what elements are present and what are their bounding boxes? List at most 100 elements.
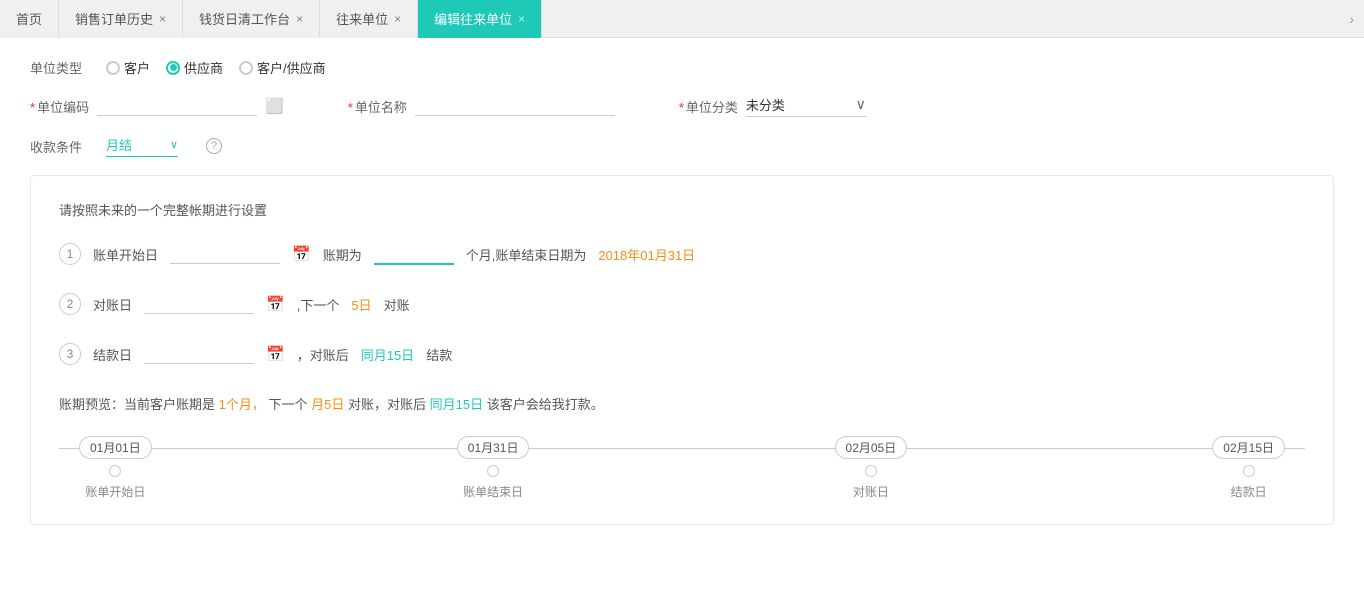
card-title: 请按照未来的一个完整帐期进行设置 xyxy=(59,200,1305,219)
period-input[interactable]: 1 xyxy=(374,244,454,265)
main-content: 单位类型 客户 供应商 客户/供应商 单位编码 000001 ⬜ 单位名称 河南… xyxy=(0,38,1364,608)
timeline-date-1: 01月31日 xyxy=(457,436,530,459)
unit-name-group: 单位名称 河南供应商22 xyxy=(348,96,615,116)
step2-prefix: ,下一个 xyxy=(297,295,340,314)
tab-cash-work[interactable]: 钱货日清工作台 × xyxy=(183,0,320,38)
payment-chevron-icon[interactable]: ∨ xyxy=(170,138,178,151)
classify-chevron-icon[interactable]: ∨ xyxy=(856,96,866,113)
preview-pay-highlight: 同月15日 xyxy=(430,397,483,412)
timeline-point-3: 02月15日 结款日 xyxy=(1212,436,1285,500)
step-num-3: 3 xyxy=(59,343,81,365)
radio-supplier-circle xyxy=(166,61,180,75)
tab-home-label: 首页 xyxy=(16,9,42,28)
close-icon[interactable]: × xyxy=(518,12,525,26)
preview-label: 账期预览：当前客户账期是 xyxy=(59,397,215,412)
step-row-2: 2 对账日 2018-02-05 📅 ,下一个 5日 对账 xyxy=(59,293,1305,315)
unit-name-input[interactable]: 河南供应商22 xyxy=(415,96,615,116)
unit-type-row: 单位类型 客户 供应商 客户/供应商 xyxy=(30,58,1334,77)
help-icon[interactable]: ? xyxy=(206,138,222,154)
timeline-container: 01月01日 账单开始日 01月31日 账单结束日 02月05日 对账日 02月… xyxy=(59,436,1305,500)
timeline-dot-2 xyxy=(865,465,877,477)
timeline-sublabel-1: 账单结束日 xyxy=(463,483,523,500)
step3-suffix: 结款 xyxy=(426,345,452,364)
timeline-point-0: 01月01日 账单开始日 xyxy=(79,436,152,500)
calendar-icon-2[interactable]: 📅 xyxy=(266,295,285,313)
preview-period: 1个月， xyxy=(219,397,265,412)
timeline-points: 01月01日 账单开始日 01月31日 账单结束日 02月05日 对账日 02月… xyxy=(79,436,1285,500)
step-row-3: 3 结款日 2018-02-15 📅 ，对账后 同月15日 结款 xyxy=(59,343,1305,365)
period-label: 账期为 xyxy=(323,245,362,264)
timeline-date-3: 02月15日 xyxy=(1212,436,1285,459)
unit-classify-label: 单位分类 xyxy=(679,97,738,116)
step-date-input-1[interactable]: 2018-01-01 xyxy=(170,244,280,264)
timeline-dot-3 xyxy=(1243,465,1255,477)
tab-chevron-icon[interactable]: › xyxy=(1339,11,1364,27)
step-row-1: 1 账单开始日 2018-01-01 📅 账期为 1 个月,账单结束日期为 20… xyxy=(59,243,1305,265)
payment-row: 收款条件 月结 ∨ ? xyxy=(30,135,1334,157)
step-label-2: 对账日 xyxy=(93,295,132,314)
timeline-sublabel-2: 对账日 xyxy=(853,483,889,500)
period-unit-text: 个月,账单结束日期为 xyxy=(466,245,587,264)
close-icon[interactable]: × xyxy=(394,12,401,26)
unit-code-label: 单位编码 xyxy=(30,97,89,116)
settings-card: 请按照未来的一个完整帐期进行设置 1 账单开始日 2018-01-01 📅 账期… xyxy=(30,175,1334,525)
unit-code-group: 单位编码 000001 ⬜ xyxy=(30,96,284,116)
tab-sales-label: 销售订单历史 xyxy=(75,9,153,28)
close-icon[interactable]: × xyxy=(296,12,303,26)
classify-value: 未分类 xyxy=(746,95,852,114)
classify-dropdown[interactable]: 未分类 ∨ xyxy=(746,95,866,117)
step3-prefix: ，对账后 xyxy=(297,345,349,364)
step3-highlight: 同月15日 xyxy=(361,345,414,364)
payment-select[interactable]: 月结 ∨ xyxy=(106,135,178,157)
step-date-input-3[interactable]: 2018-02-15 xyxy=(144,344,254,364)
preview-check-prefix: 下一个 xyxy=(269,397,308,412)
tab-sales-order-history[interactable]: 销售订单历史 × xyxy=(59,0,183,38)
radio-customer-label: 客户 xyxy=(124,58,150,77)
preview-check-suffix: 对账，对账后 xyxy=(348,397,426,412)
tabs-bar: 首页 销售订单历史 × 钱货日清工作台 × 往来单位 × 编辑往来单位 × › xyxy=(0,0,1364,38)
radio-both[interactable]: 客户/供应商 xyxy=(239,58,326,77)
timeline-date-2: 02月05日 xyxy=(835,436,908,459)
step2-highlight: 5日 xyxy=(351,295,371,314)
step-num-1: 1 xyxy=(59,243,81,265)
tab-edit-label: 编辑往来单位 xyxy=(434,9,512,28)
copy-icon[interactable]: ⬜ xyxy=(265,97,284,115)
payment-label: 收款条件 xyxy=(30,137,82,156)
unit-type-label: 单位类型 xyxy=(30,58,82,77)
payment-value: 月结 xyxy=(106,135,166,154)
step2-suffix: 对账 xyxy=(384,295,410,314)
unit-name-label: 单位名称 xyxy=(348,97,407,116)
calendar-icon-3[interactable]: 📅 xyxy=(266,345,285,363)
radio-supplier-label: 供应商 xyxy=(184,58,223,77)
step-date-input-2[interactable]: 2018-02-05 xyxy=(144,294,254,314)
radio-both-circle xyxy=(239,61,253,75)
preview-pay-suffix: 该客户会给我打款。 xyxy=(487,397,604,412)
end-date-highlight: 2018年01月31日 xyxy=(598,245,695,264)
timeline-date-0: 01月01日 xyxy=(79,436,152,459)
unit-code-input[interactable]: 000001 xyxy=(97,96,257,116)
timeline-dot-1 xyxy=(487,465,499,477)
tab-cash-label: 钱货日清工作台 xyxy=(199,9,290,28)
preview-text: 账期预览：当前客户账期是 1个月， 下一个 月5日 对账，对账后 同月15日 该… xyxy=(59,393,1305,416)
radio-customer-circle xyxy=(106,61,120,75)
step-num-2: 2 xyxy=(59,293,81,315)
preview-check-highlight: 月5日 xyxy=(311,397,344,412)
tab-partner-label: 往来单位 xyxy=(336,9,388,28)
tab-edit-partner[interactable]: 编辑往来单位 × xyxy=(418,0,542,38)
unit-info-row: 单位编码 000001 ⬜ 单位名称 河南供应商22 单位分类 未分类 ∨ xyxy=(30,95,1334,117)
timeline-sublabel-0: 账单开始日 xyxy=(85,483,145,500)
timeline-dot-0 xyxy=(109,465,121,477)
step-label-3: 结款日 xyxy=(93,345,132,364)
close-icon[interactable]: × xyxy=(159,12,166,26)
timeline-point-2: 02月05日 对账日 xyxy=(835,436,908,500)
radio-supplier[interactable]: 供应商 xyxy=(166,58,223,77)
timeline-point-1: 01月31日 账单结束日 xyxy=(457,436,530,500)
calendar-icon-1[interactable]: 📅 xyxy=(292,245,311,263)
radio-customer[interactable]: 客户 xyxy=(106,58,150,77)
unit-classify-group: 单位分类 未分类 ∨ xyxy=(679,95,866,117)
tab-partner-units[interactable]: 往来单位 × xyxy=(320,0,418,38)
tab-home[interactable]: 首页 xyxy=(0,0,59,38)
unit-type-radio-group: 客户 供应商 客户/供应商 xyxy=(106,58,326,77)
timeline-sublabel-3: 结款日 xyxy=(1231,483,1267,500)
step-label-1: 账单开始日 xyxy=(93,245,158,264)
